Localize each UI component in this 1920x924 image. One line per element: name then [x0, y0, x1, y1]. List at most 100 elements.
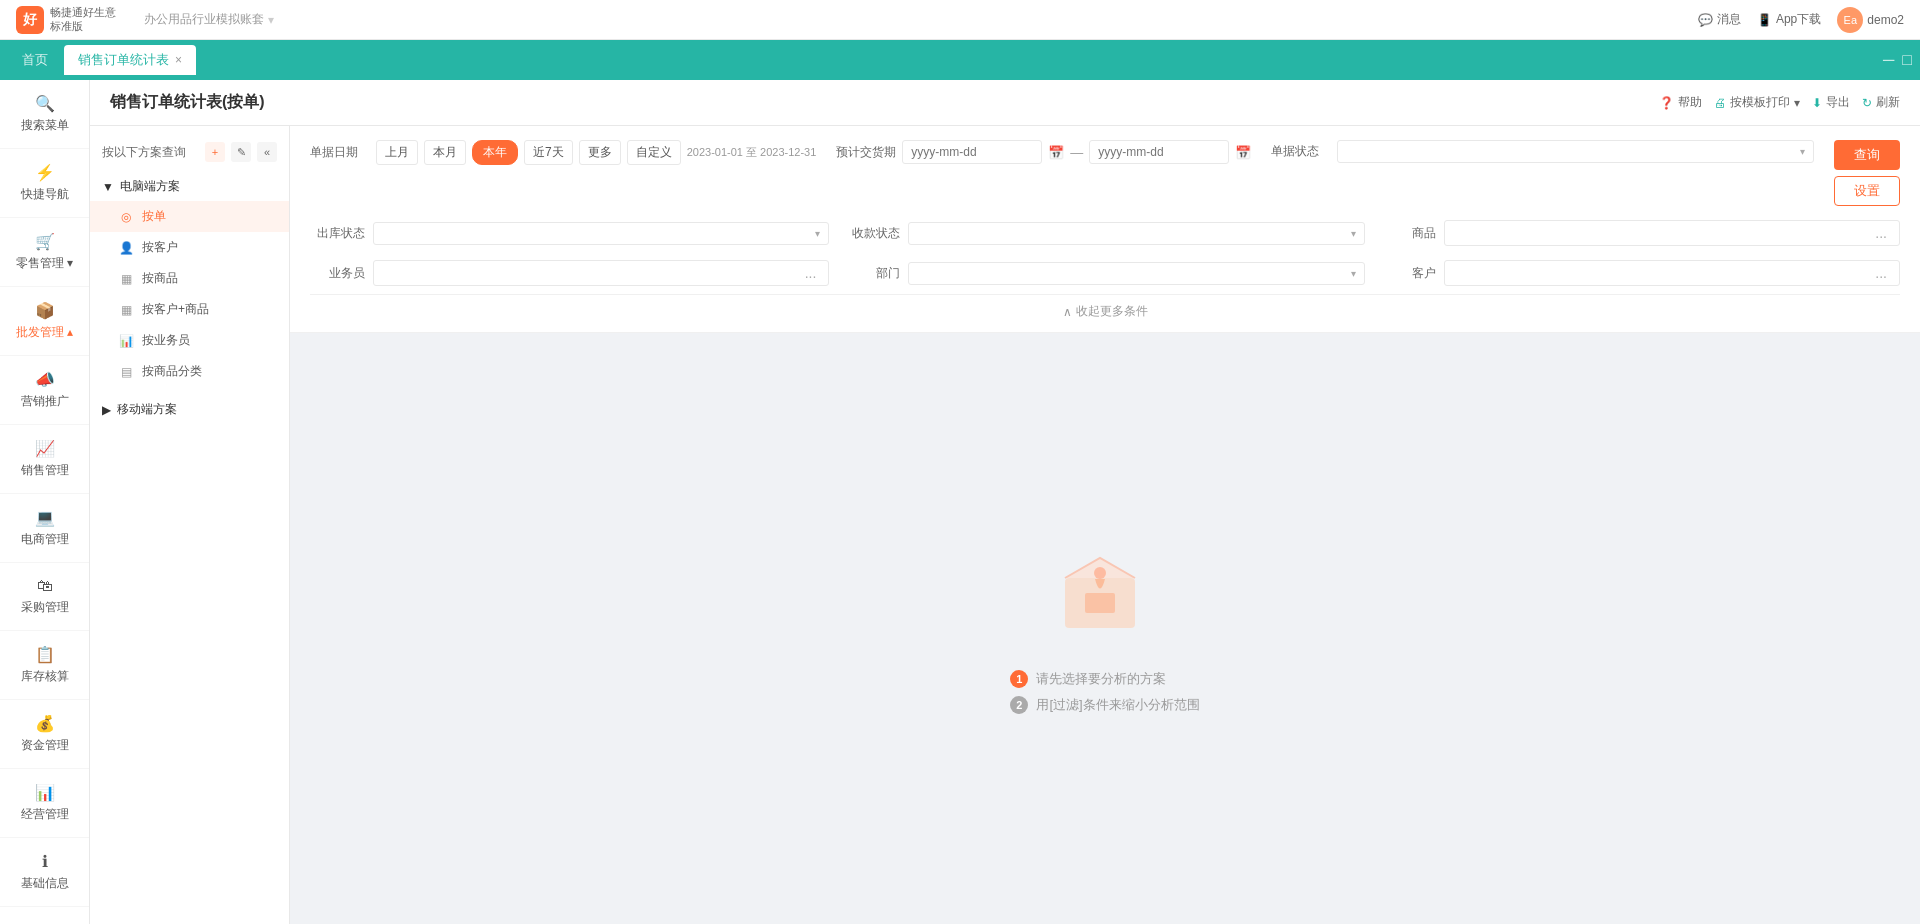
calendar-to-icon[interactable]: 📅 — [1235, 145, 1251, 160]
client-field: 客户 ... — [1381, 260, 1900, 286]
window-maximize-icon[interactable]: □ — [1902, 51, 1912, 69]
dept-chevron-icon: ▾ — [1351, 268, 1356, 279]
pc-scheme-header[interactable]: ▼ 电脑端方案 — [90, 172, 289, 201]
sales-icon: 📈 — [8, 439, 81, 458]
sidebar-item-purchase[interactable]: 🛍 采购管理 — [0, 563, 89, 631]
date-filter-group: 单据日期 上月 本月 本年 近7天 更多 自定义 2023-01-01 至 20… — [310, 140, 816, 165]
purchase-icon: 🛍 — [8, 577, 81, 595]
product-ellipsis-button[interactable]: ... — [1871, 225, 1891, 241]
search-icon: 🔍 — [8, 94, 81, 113]
out-status-chevron-icon: ▾ — [815, 228, 820, 239]
scheme-item-by-order[interactable]: ◎ 按单 — [90, 201, 289, 232]
print-dropdown-icon[interactable]: ▾ — [1794, 96, 1800, 110]
svg-rect-1 — [1085, 593, 1115, 613]
sidebar-item-wholesale[interactable]: 📦 批发管理 ▴ — [0, 287, 89, 356]
client-input-wrap: ... — [1444, 260, 1900, 286]
client-ellipsis-button[interactable]: ... — [1871, 265, 1891, 281]
sidebar-item-marketing[interactable]: 📣 营销推广 — [0, 356, 89, 425]
tab-close-icon[interactable]: × — [175, 53, 182, 67]
app-download-button[interactable]: 📱 App下载 — [1757, 11, 1821, 28]
scheme-item-by-staff[interactable]: 📊 按业务员 — [90, 325, 289, 356]
calendar-from-icon[interactable]: 📅 — [1048, 145, 1064, 160]
order-status-select[interactable]: ▾ — [1337, 140, 1814, 163]
collapse-bar[interactable]: ∧ 收起更多条件 — [310, 294, 1900, 328]
receipt-status-chevron-icon: ▾ — [1351, 228, 1356, 239]
empty-tip-2: 2 用[过滤]条件来缩小分析范围 — [1010, 696, 1199, 714]
scheme-item-by-customer-product[interactable]: ▦ 按客户+商品 — [90, 294, 289, 325]
collapse-icon: ∧ — [1063, 305, 1072, 319]
sidebar-item-system[interactable]: ⚙ 系统管理 — [0, 907, 89, 924]
date-btn-more[interactable]: 更多 — [579, 140, 621, 165]
by-customer-icon: 👤 — [118, 240, 134, 256]
date-btn-custom[interactable]: 自定义 — [627, 140, 681, 165]
help-button[interactable]: ❓ 帮助 — [1659, 94, 1702, 111]
tip-num-1: 1 — [1010, 670, 1028, 688]
expected-date-to-input[interactable] — [1089, 140, 1229, 164]
operations-icon: 📊 — [8, 783, 81, 802]
empty-tip-1: 1 请先选择要分析的方案 — [1010, 670, 1199, 688]
scheme-item-by-product[interactable]: ▦ 按商品 — [90, 263, 289, 294]
sidebar-item-basic[interactable]: ℹ 基础信息 — [0, 838, 89, 907]
dept-field: 部门 ▾ — [845, 260, 1364, 286]
edit-scheme-button[interactable]: ✎ — [231, 142, 251, 162]
sidebar-item-sales[interactable]: 📈 销售管理 — [0, 425, 89, 494]
sidebar-item-finance[interactable]: 💰 资金管理 — [0, 700, 89, 769]
collapse-panel-button[interactable]: « — [257, 142, 277, 162]
quicknav-icon: ⚡ — [8, 163, 81, 182]
out-status-select[interactable]: ▾ — [373, 222, 829, 245]
date-btn-7days[interactable]: 近7天 — [524, 140, 573, 165]
date-label: 单据日期 — [310, 144, 370, 161]
content-area: 销售订单统计表(按单) ❓ 帮助 🖨 按模板打印 ▾ ⬇ 导出 ↻ 刷新 — [90, 80, 1920, 924]
action-buttons: 查询 设置 — [1834, 140, 1900, 206]
scheme-item-by-category[interactable]: ▤ 按商品分类 — [90, 356, 289, 387]
empty-illustration — [1045, 543, 1165, 646]
by-product-icon: ▦ — [118, 271, 134, 287]
order-status-chevron-icon: ▾ — [1800, 146, 1805, 157]
top-bar-left: 好 畅捷通好生意 标准版 办公用品行业模拟账套 ▾ — [16, 6, 274, 34]
expected-date-from-input[interactable] — [902, 140, 1042, 164]
top-bar: 好 畅捷通好生意 标准版 办公用品行业模拟账套 ▾ 💬 消息 📱 App下载 E… — [0, 0, 1920, 40]
breadcrumb: 办公用品行业模拟账套 ▾ — [144, 11, 274, 28]
sidebar-item-ecommerce[interactable]: 💻 电商管理 — [0, 494, 89, 563]
export-button[interactable]: ⬇ 导出 — [1812, 94, 1850, 111]
tip-num-2: 2 — [1010, 696, 1028, 714]
right-section: 单据日期 上月 本月 本年 近7天 更多 自定义 2023-01-01 至 20… — [290, 126, 1920, 924]
date-btn-last-month[interactable]: 上月 — [376, 140, 418, 165]
query-button[interactable]: 查询 — [1834, 140, 1900, 170]
message-icon: 💬 — [1698, 13, 1713, 27]
by-customer-product-icon: ▦ — [118, 302, 134, 318]
refresh-button[interactable]: ↻ 刷新 — [1862, 94, 1900, 111]
user-profile-button[interactable]: Ea demo2 — [1837, 7, 1904, 33]
logo-text: 畅捷通好生意 标准版 — [50, 6, 116, 32]
empty-svg-icon — [1045, 543, 1165, 643]
tab-home[interactable]: 首页 — [8, 45, 62, 75]
date-btn-this-year[interactable]: 本年 — [472, 140, 518, 165]
sidebar-item-quicknav[interactable]: ⚡ 快捷导航 — [0, 149, 89, 218]
breadcrumb-arrow-icon[interactable]: ▾ — [268, 13, 274, 27]
staff-ellipsis-button[interactable]: ... — [801, 265, 821, 281]
receipt-status-select[interactable]: ▾ — [908, 222, 1364, 245]
finance-icon: 💰 — [8, 714, 81, 733]
message-button[interactable]: 💬 消息 — [1698, 11, 1741, 28]
left-panel-icons: + ✎ « — [205, 142, 277, 162]
staff-label: 业务员 — [310, 265, 365, 282]
tab-sales-order-stats[interactable]: 销售订单统计表 × — [64, 45, 196, 75]
sidebar-item-inventory[interactable]: 📋 库存核算 — [0, 631, 89, 700]
page-header: 销售订单统计表(按单) ❓ 帮助 🖨 按模板打印 ▾ ⬇ 导出 ↻ 刷新 — [90, 80, 1920, 126]
filter-row-1: 单据日期 上月 本月 本年 近7天 更多 自定义 2023-01-01 至 20… — [310, 140, 1900, 206]
window-minimize-icon[interactable]: ─ — [1883, 51, 1894, 69]
mobile-scheme-header[interactable]: ▶ 移动端方案 — [90, 395, 289, 424]
mobile-scheme-section: ▶ 移动端方案 — [90, 395, 289, 432]
sidebar-item-retail[interactable]: 🛒 零售管理 ▾ — [0, 218, 89, 287]
sidebar-item-operations[interactable]: 📊 经营管理 — [0, 769, 89, 838]
ecommerce-icon: 💻 — [8, 508, 81, 527]
sidebar-item-search[interactable]: 🔍 搜索菜单 — [0, 80, 89, 149]
add-scheme-button[interactable]: + — [205, 142, 225, 162]
date-btn-this-month[interactable]: 本月 — [424, 140, 466, 165]
setting-button[interactable]: 设置 — [1834, 176, 1900, 206]
page-actions: ❓ 帮助 🖨 按模板打印 ▾ ⬇ 导出 ↻ 刷新 — [1659, 94, 1900, 111]
main-layout: 🔍 搜索菜单 ⚡ 快捷导航 🛒 零售管理 ▾ 📦 批发管理 ▴ 📣 营销推广 📈… — [0, 80, 1920, 924]
scheme-item-by-customer[interactable]: 👤 按客户 — [90, 232, 289, 263]
dept-select[interactable]: ▾ — [908, 262, 1364, 285]
print-button[interactable]: 🖨 按模板打印 ▾ — [1714, 94, 1800, 111]
